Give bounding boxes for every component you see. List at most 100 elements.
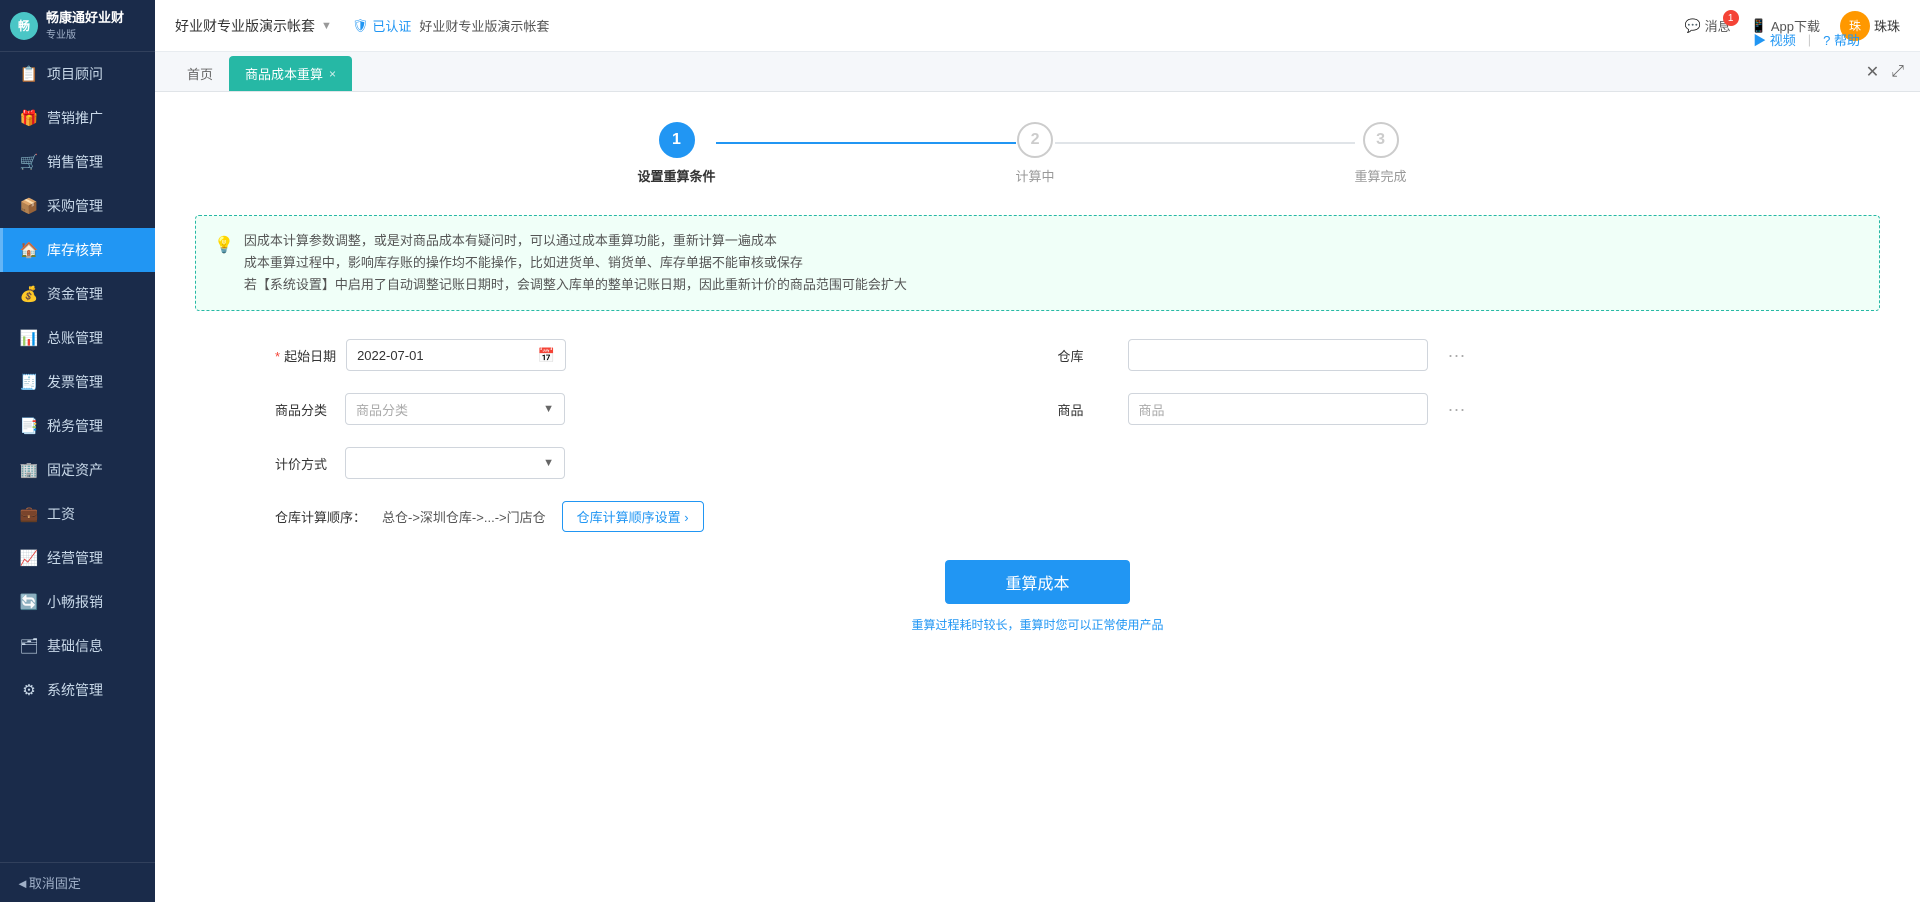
sidebar-item-assets[interactable]: 🏢 固定资产 — [0, 448, 155, 492]
steps-wrapper: 1 设置重算条件 2 计算中 3 重算完成 — [638, 122, 1438, 185]
start-date-input[interactable]: 2022-07-01 📅 — [346, 339, 566, 371]
info-icon: 💡 — [214, 232, 234, 259]
sidebar-item-project[interactable]: 📋 项目顾问 — [0, 52, 155, 96]
form-row-3: 计价方式 ▼ — [275, 447, 1800, 479]
sidebar-label-basic: 基础信息 — [47, 636, 103, 656]
sidebar-item-purchase[interactable]: 📦 采购管理 — [0, 184, 155, 228]
tab-close-icon[interactable]: × — [329, 67, 336, 81]
sidebar-icon-assets: 🏢 — [19, 461, 39, 479]
sidebar-item-basic[interactable]: 🗂 基础信息 — [0, 624, 155, 668]
warehouse-label: 仓库 — [1058, 346, 1118, 365]
sidebar-icon-finance: 💰 — [19, 285, 39, 303]
unpin-button[interactable]: ◄取消固定 — [0, 862, 155, 902]
sidebar-icon-invoice: 🧾 — [19, 373, 39, 391]
sidebar-label-system: 系统管理 — [47, 680, 103, 700]
price-method-select[interactable]: ▼ — [345, 447, 565, 479]
close-window-btn[interactable]: ✕ — [1866, 62, 1879, 82]
sidebar-logo: 畅 畅康通好业财 专业版 — [0, 0, 155, 52]
username: 珠珠 — [1874, 16, 1900, 35]
verified-account-name: 好业财专业版演示帐套 — [419, 16, 549, 35]
warehouse-more-btn[interactable]: ··· — [1448, 345, 1478, 366]
step-1-circle: 1 — [659, 122, 695, 158]
sidebar-label-marketing: 营销推广 — [47, 108, 103, 128]
calendar-icon[interactable]: 📅 — [538, 347, 555, 364]
sidebar-item-marketing[interactable]: 🎁 营销推广 — [0, 96, 155, 140]
info-text: 因成本计算参数调整，或是对商品成本有疑问时，可以通过成本重算功能，重新计算一遍成… — [244, 230, 907, 296]
goods-input[interactable]: 商品 — [1128, 393, 1428, 425]
sidebar-label-expense: 小畅报销 — [47, 592, 103, 612]
account-selector[interactable]: 好业财专业版演示帐套 ▼ — [175, 16, 332, 36]
category-placeholder: 商品分类 — [356, 400, 408, 419]
verified-badge: 🛡 已认证 — [352, 16, 412, 35]
warehouse-input[interactable] — [1128, 339, 1428, 371]
step-3-circle: 3 — [1363, 122, 1399, 158]
step-2-label: 计算中 — [1016, 166, 1055, 185]
form-row-2: 商品分类 商品分类 ▼ 商品 商品 ··· — [275, 393, 1800, 425]
sidebar-icon-operation: 📈 — [19, 549, 39, 567]
message-badge: 1 — [1723, 10, 1739, 26]
sidebar-icon-project: 📋 — [19, 65, 39, 83]
warehouse-order-label: 仓库计算顺序： — [275, 507, 366, 526]
step-line-1 — [716, 142, 1016, 144]
sidebar-label-purchase: 采购管理 — [47, 196, 103, 216]
category-group: 商品分类 商品分类 ▼ — [275, 393, 1018, 425]
step-line-2 — [1055, 142, 1355, 144]
sidebar-label-invoice: 发票管理 — [47, 372, 103, 392]
sidebar-menu: 📋 项目顾问 🎁 营销推广 🛒 销售管理 📦 采购管理 🏠 库存核算 💰 资金管… — [0, 52, 155, 862]
sidebar-label-accounting: 总账管理 — [47, 328, 103, 348]
sidebar-item-accounting[interactable]: 📊 总账管理 — [0, 316, 155, 360]
sidebar-item-finance[interactable]: 💰 资金管理 — [0, 272, 155, 316]
start-date-label: *起始日期 — [275, 346, 336, 365]
sidebar-item-salary[interactable]: 💼 工资 — [0, 492, 155, 536]
tab-home[interactable]: 首页 — [171, 56, 229, 91]
step-1-label: 设置重算条件 — [638, 166, 716, 185]
content-area: ▶ 视频 | ? 帮助 1 设置重算条件 2 计算中 3 重算完成 — [155, 92, 1920, 902]
category-label: 商品分类 — [275, 400, 335, 419]
goods-placeholder: 商品 — [1139, 400, 1417, 419]
goods-group: 商品 商品 ··· — [1058, 393, 1801, 425]
recalc-hint: 重算过程耗时较长，重算时您可以正常使用产品 — [911, 616, 1163, 633]
sidebar-item-system[interactable]: ⚙ 系统管理 — [0, 668, 155, 712]
sidebar-label-tax: 税务管理 — [47, 416, 103, 436]
sidebar-label-sales: 销售管理 — [47, 152, 103, 172]
fullscreen-btn[interactable]: ⤢ — [1891, 63, 1904, 81]
sidebar-icon-sales: 🛒 — [19, 153, 39, 171]
form-row-1: *起始日期 2022-07-01 📅 仓库 ··· — [275, 339, 1800, 371]
sidebar-item-operation[interactable]: 📈 经营管理 — [0, 536, 155, 580]
message-button[interactable]: 💬 消息 1 — [1684, 16, 1730, 35]
sidebar-label-assets: 固定资产 — [47, 460, 103, 480]
sidebar-item-invoice[interactable]: 🧾 发票管理 — [0, 360, 155, 404]
recalc-button[interactable]: 重算成本 — [945, 560, 1129, 604]
recalc-section: 重算成本 重算过程耗时较长，重算时您可以正常使用产品 — [275, 560, 1800, 633]
goods-more-btn[interactable]: ··· — [1448, 399, 1478, 420]
sidebar-item-tax[interactable]: 📑 税务管理 — [0, 404, 155, 448]
sidebar-item-sales[interactable]: 🛒 销售管理 — [0, 140, 155, 184]
sidebar-icon-expense: 🔄 — [19, 593, 39, 611]
warehouse-order-value: 总仓->深圳仓库->...->门店仓 — [382, 507, 546, 526]
message-icon: 💬 — [1684, 18, 1700, 34]
step-2: 2 计算中 — [1016, 122, 1055, 185]
account-name: 好业财专业版演示帐套 — [175, 16, 315, 36]
price-method-group: 计价方式 ▼ — [275, 447, 1018, 479]
start-date-value: 2022-07-01 — [357, 348, 530, 363]
info-box: 💡 因成本计算参数调整，或是对商品成本有疑问时，可以通过成本重算功能，重新计算一… — [195, 215, 1880, 311]
sidebar-label-project: 项目顾问 — [47, 64, 103, 84]
category-select[interactable]: 商品分类 ▼ — [345, 393, 565, 425]
sidebar-item-inventory[interactable]: 🏠 库存核算 — [0, 228, 155, 272]
sidebar-label-salary: 工资 — [47, 504, 75, 524]
warehouse-order-settings-btn[interactable]: 仓库计算顺序设置 › — [562, 501, 704, 532]
start-date-group: *起始日期 2022-07-01 📅 — [275, 339, 1018, 371]
logo-text: 畅康通好业财 — [46, 10, 124, 26]
step-3: 3 重算完成 — [1355, 122, 1407, 185]
sidebar-item-expense[interactable]: 🔄 小畅报销 — [0, 580, 155, 624]
tab-cost-recalc[interactable]: 商品成本重算 × — [229, 56, 352, 91]
sidebar-icon-purchase: 📦 — [19, 197, 39, 215]
form-area: *起始日期 2022-07-01 📅 仓库 ··· — [195, 339, 1880, 633]
account-dropdown-arrow: ▼ — [321, 20, 332, 32]
sidebar-icon-tax: 📑 — [19, 417, 39, 435]
main-wrapper: 好业财专业版演示帐套 ▼ 🛡 已认证 好业财专业版演示帐套 💬 消息 1 📱 A… — [155, 0, 1920, 902]
sidebar-icon-system: ⚙ — [19, 681, 39, 699]
sidebar-label-finance: 资金管理 — [47, 284, 103, 304]
step-2-circle: 2 — [1017, 122, 1053, 158]
sidebar-label-operation: 经营管理 — [47, 548, 103, 568]
